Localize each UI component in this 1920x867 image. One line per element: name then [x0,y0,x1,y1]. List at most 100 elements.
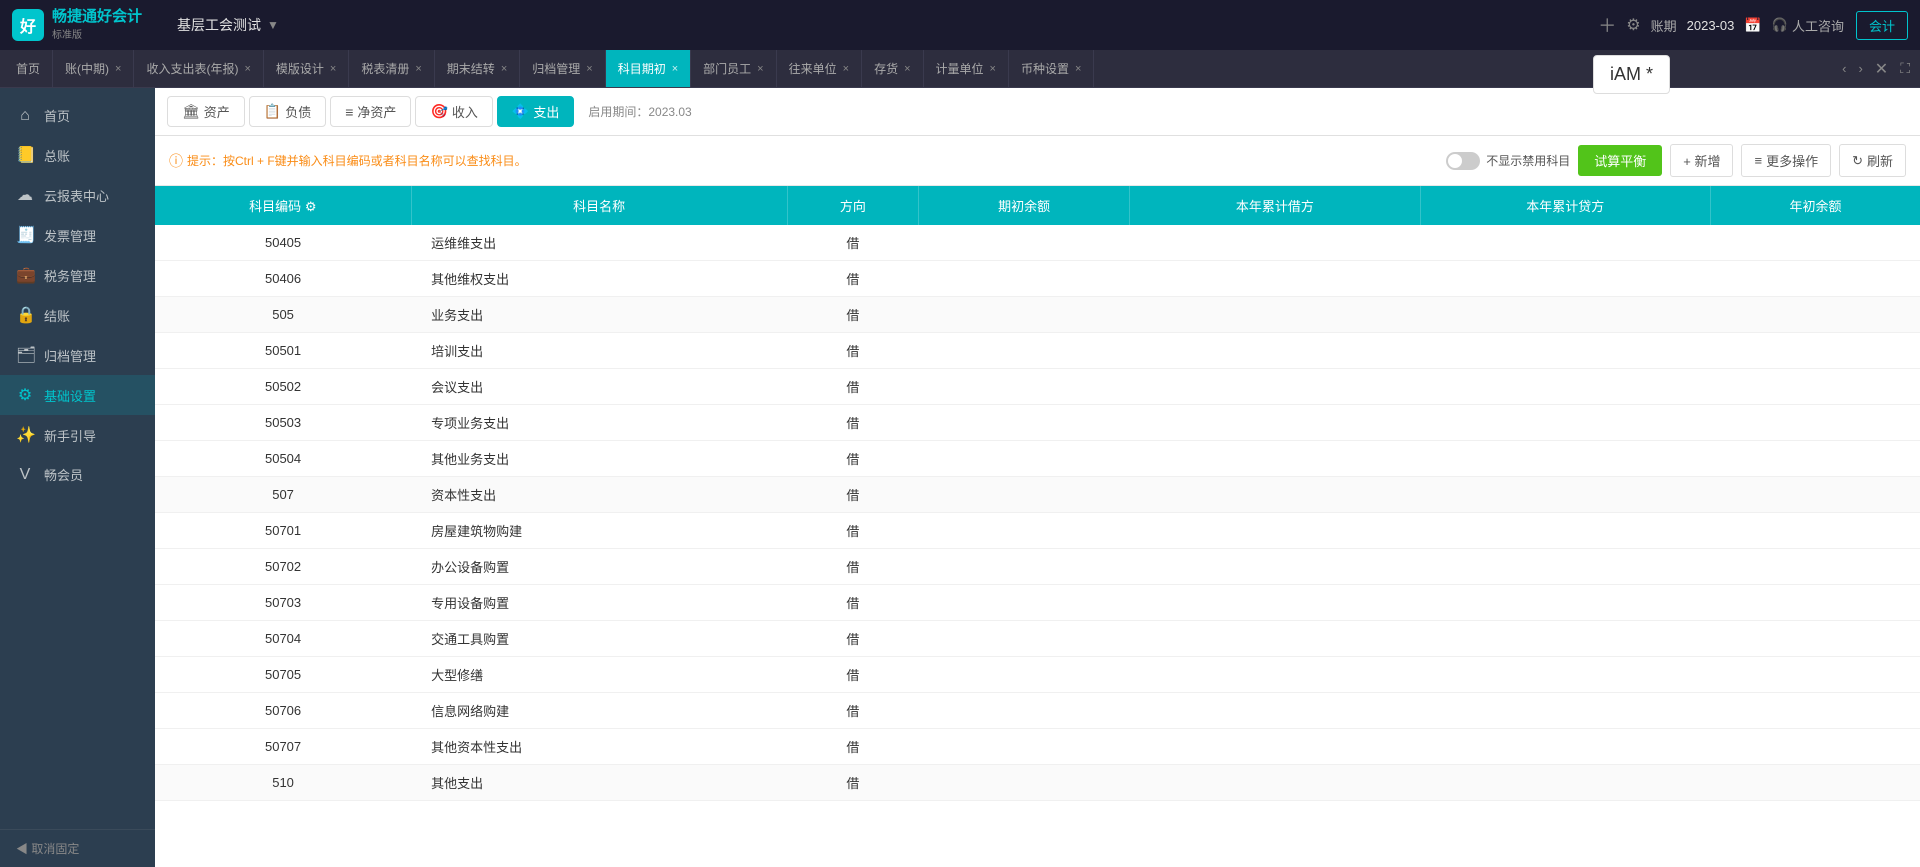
sub-tab-净资产[interactable]: ≡净资产 [330,96,411,127]
sub-tab-收入[interactable]: 🎯收入 [415,96,492,127]
tab-item-8[interactable]: 部门员工× [691,50,776,87]
tab-item-3[interactable]: 模版设计× [264,50,349,87]
cell-opening [919,369,1130,405]
cell-opening [919,693,1130,729]
sidebar-item-新手引导[interactable]: ✨新手引导 [0,415,155,455]
tab-close-icon[interactable]: × [501,63,507,75]
table-row[interactable]: 50707 其他资本性支出 借 [155,729,1920,765]
tab-close-icon[interactable]: × [586,63,592,75]
table-row[interactable]: 50705 大型修缮 借 [155,657,1920,693]
tab-close-icon[interactable]: × [330,63,336,75]
tab-item-10[interactable]: 存货 × [862,50,923,87]
tab-item-7[interactable]: 科目期初× [606,50,691,87]
cell-direction: 借 [787,225,918,261]
customer-service-button[interactable]: 🎧 人工咨询 [1772,16,1844,35]
tab-close-icon[interactable]: × [115,63,121,75]
tab-item-4[interactable]: 税表清册× [349,50,434,87]
more-actions-button[interactable]: ≡ 更多操作 [1741,144,1831,177]
sub-tab-label-3: 收入 [452,102,478,121]
account-button[interactable]: 会计 [1856,11,1908,40]
table-row[interactable]: 507 资本性支出 借 [155,477,1920,513]
toggle-knob [1448,154,1462,168]
cell-ytd-credit [1420,441,1710,477]
cell-opening [919,297,1130,333]
tab-item-0[interactable]: 首页 [4,50,53,87]
tab-label: 存货 [874,60,898,77]
tab-close-icon[interactable]: × [672,63,678,75]
cell-year-opening [1711,333,1920,369]
period-label: 账期 [1651,16,1677,35]
sub-tab-icon-4: 💠 [512,103,529,120]
sidebar-item-归档管理[interactable]: 🗂归档管理 [0,335,155,375]
action-buttons: 试算平衡 + 新增 ≡ 更多操作 ↻ 刷新 [1578,144,1906,177]
cell-ytd-credit [1420,405,1710,441]
add-project-button[interactable]: ＋ [1598,12,1616,38]
table-row[interactable]: 50706 信息网络购建 借 [155,693,1920,729]
tab-close-icon[interactable]: × [990,63,996,75]
cell-ytd-credit [1420,261,1710,297]
sidebar-icon-1: 📒 [16,145,34,165]
cell-year-opening [1711,657,1920,693]
tab-close-icon[interactable]: × [1075,63,1081,75]
table-row[interactable]: 505 业务支出 借 [155,297,1920,333]
tab-item-5[interactable]: 期末结转 × [435,50,520,87]
tab-item-2[interactable]: 收入支出表(年报)× [134,50,263,87]
tab-close-icon[interactable]: × [244,63,250,75]
sub-tab-支出[interactable]: 💠支出 [497,96,574,127]
add-button[interactable]: + 新增 [1670,144,1733,177]
sidebar-item-总账[interactable]: 📒总账 [0,135,155,175]
sidebar-label-8: 新手引导 [44,426,96,445]
sidebar-item-畅会员[interactable]: V畅会员 [0,455,155,494]
disable-toggle[interactable] [1446,152,1480,170]
cell-name: 其他业务支出 [411,441,787,477]
logo-area: 好 畅捷通好会计 标准版 [12,9,167,41]
tab-item-1[interactable]: 账(中期)× [53,50,134,87]
project-dropdown-icon[interactable]: ▼ [267,18,279,32]
table-row[interactable]: 50503 专项业务支出 借 [155,405,1920,441]
tab-item-9[interactable]: 往来单位× [777,50,862,87]
trial-balance-button[interactable]: 试算平衡 [1578,145,1662,176]
tab-item-6[interactable]: 归档管理× [520,50,605,87]
logo-icon: 好 [12,9,44,41]
sidebar-label-6: 归档管理 [44,346,96,365]
sidebar-item-税务管理[interactable]: 💼税务管理 [0,255,155,295]
calendar-icon[interactable]: 📅 [1744,17,1761,34]
table-row[interactable]: 50701 房屋建筑物购建 借 [155,513,1920,549]
tab-close-icon[interactable]: × [757,63,763,75]
cell-direction: 借 [787,657,918,693]
table-row[interactable]: 50406 其他维权支出 借 [155,261,1920,297]
table-row[interactable]: 50502 会议支出 借 [155,369,1920,405]
table-row[interactable]: 50703 专用设备购置 借 [155,585,1920,621]
refresh-button[interactable]: ↻ 刷新 [1839,144,1906,177]
column-settings-icon[interactable]: ⚙ [305,199,317,214]
table-row[interactable]: 50405 运维维支出 借 [155,225,1920,261]
sidebar-item-云报表中心[interactable]: ☁云报表中心 [0,175,155,215]
sidebar-item-发票管理[interactable]: 🧾发票管理 [0,215,155,255]
tab-label: 期末结转 [447,60,495,77]
sub-tab-资产[interactable]: 🏛资产 [167,96,245,127]
tab-close-icon[interactable]: × [904,63,910,75]
tab-close-icon[interactable]: × [415,63,421,75]
table-row[interactable]: 50504 其他业务支出 借 [155,441,1920,477]
close-all-tabs-button[interactable]: ✕ [1869,50,1894,87]
cell-name: 其他支出 [411,765,787,801]
collapse-sidebar-button[interactable]: ◀ 取消固定 [0,829,155,867]
table-row[interactable]: 50704 交通工具购置 借 [155,621,1920,657]
expand-tabs-button[interactable]: ⛶ [1894,50,1916,87]
table-row[interactable]: 510 其他支出 借 [155,765,1920,801]
tab-prev-button[interactable]: ‹ [1836,50,1852,87]
project-settings-icon[interactable]: ⚙ [1626,15,1640,35]
sidebar-item-基础设置[interactable]: ⚙基础设置 [0,375,155,415]
content-area: 🏛资产📋负债≡净资产🎯收入💠支出启用期间：2023.03 ⓘ 提示：按Ctrl … [155,88,1920,867]
sub-tab-负债[interactable]: 📋负债 [249,96,326,127]
tab-close-icon[interactable]: × [843,63,849,75]
tab-next-button[interactable]: › [1852,50,1868,87]
tab-item-12[interactable]: 币种设置× [1009,50,1094,87]
sidebar-item-结账[interactable]: 🔒结账 [0,295,155,335]
table-row[interactable]: 50501 培训支出 借 [155,333,1920,369]
table-row[interactable]: 50702 办公设备购置 借 [155,549,1920,585]
cell-direction: 借 [787,441,918,477]
sidebar-item-首页[interactable]: ⌂首页 [0,96,155,135]
sidebar-label-2: 云报表中心 [44,186,109,205]
tab-item-11[interactable]: 计量单位× [924,50,1009,87]
